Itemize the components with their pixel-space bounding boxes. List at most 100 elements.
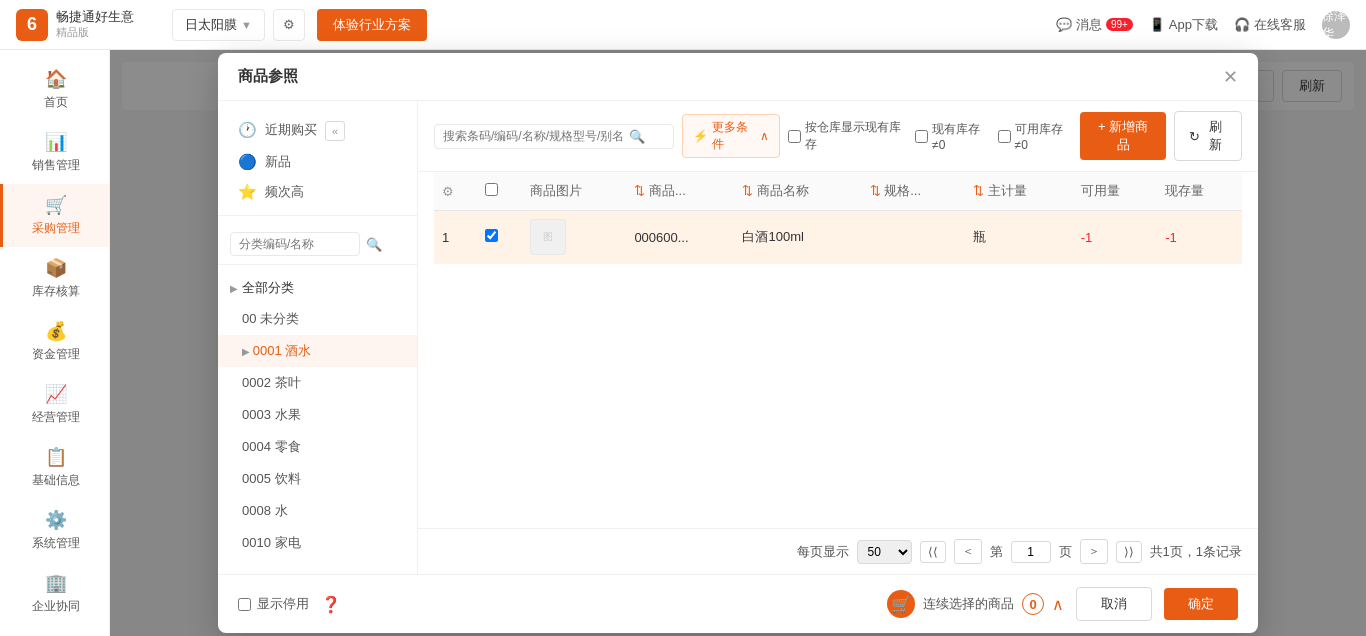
next-page-button[interactable]: ＞ [1080, 539, 1108, 564]
td-unit: 瓶 [965, 211, 1072, 264]
checkbox-available-nonzero[interactable]: 可用库存≠0 [998, 121, 1072, 152]
headset-icon: 🎧 [1234, 17, 1250, 32]
quick-item-recent[interactable]: 🕐 近期购买 « [230, 113, 405, 147]
basic-icon: 📋 [45, 446, 67, 468]
prev-page-button[interactable]: ＜ [954, 539, 982, 564]
category-search-input[interactable] [230, 232, 360, 256]
modal-body: 🕐 近期购买 « 🔵 新品 ⭐ 频次高 [218, 101, 1258, 574]
page-size-select[interactable]: 50 100 200 [857, 540, 912, 564]
modal-close-button[interactable]: ✕ [1223, 68, 1238, 86]
th-code[interactable]: ⇅ 商品... [626, 172, 734, 211]
row-checkbox[interactable] [485, 229, 498, 242]
modal-left-panel: 🕐 近期购买 « 🔵 新品 ⭐ 频次高 [218, 101, 418, 574]
toolbar-right: + 新增商品 ↻ 刷新 [1080, 111, 1242, 161]
checkbox-stock-nonzero[interactable]: 现有库存≠0 [915, 121, 989, 152]
all-categories-item[interactable]: ▶ 全部分类 [218, 273, 417, 303]
cancel-button[interactable]: 取消 [1076, 587, 1152, 621]
sidebar-item-purchase[interactable]: 🛒 采购管理 [0, 184, 109, 247]
sidebar-item-sales[interactable]: 📊 销售管理 [0, 121, 109, 184]
checkbox-warehouse[interactable]: 按仓库显示现有库存 [788, 119, 907, 153]
th-spec[interactable]: ⇅ 规格... [862, 172, 966, 211]
warehouse-checkbox[interactable] [788, 130, 801, 143]
sidebar-item-basic[interactable]: 📋 基础信息 [0, 436, 109, 499]
sidebar-item-enterprise[interactable]: 🏢 企业协同 [0, 562, 109, 625]
trial-button[interactable]: 体验行业方案 [317, 9, 427, 41]
th-stock: 现存量 [1157, 172, 1242, 211]
show-disabled-checkbox[interactable] [238, 598, 251, 611]
filter-icon: ⚡ [693, 129, 708, 143]
stock-nonzero-checkbox[interactable] [915, 130, 928, 143]
sidebar-item-inventory[interactable]: 📦 库存核算 [0, 247, 109, 310]
category-item-0008[interactable]: 0008 水 [218, 495, 417, 527]
sidebar-item-finance[interactable]: 💰 资金管理 [0, 310, 109, 373]
refresh-icon: ↻ [1189, 129, 1200, 144]
quick-item-frequent[interactable]: ⭐ 频次高 [230, 177, 405, 207]
td-stock: -1 [1157, 211, 1242, 264]
refresh-button[interactable]: ↻ 刷新 [1174, 111, 1242, 161]
sales-icon: 📊 [45, 131, 67, 153]
messages-button[interactable]: 💬 消息 99+ [1056, 16, 1133, 34]
quick-item-new[interactable]: 🔵 新品 [230, 147, 405, 177]
category-item-0005[interactable]: 0005 饮料 [218, 463, 417, 495]
category-item-0010[interactable]: 0010 家电 [218, 527, 417, 559]
logo-icon: 6 [16, 9, 48, 41]
expand-icon: ▶ [230, 283, 238, 294]
filter-button[interactable]: ⚡ 更多条件 ∧ [682, 114, 780, 158]
th-checkbox [477, 172, 522, 211]
category-item-0004[interactable]: 0004 零食 [218, 431, 417, 463]
td-available: -1 [1073, 211, 1158, 264]
sidebar-item-system[interactable]: ⚙️ 系统管理 [0, 499, 109, 562]
sidebar-item-operations[interactable]: 📈 经营管理 [0, 373, 109, 436]
modal-toolbar: 🔍 ⚡ 更多条件 ∧ 按仓库显示现有库存 [418, 101, 1258, 172]
show-disabled-label[interactable]: 显示停用 [238, 595, 309, 613]
collapse-button[interactable]: « [325, 121, 345, 141]
category-section: ▶ 全部分类 00 未分类 ▶ 0001 酒水 0002 [218, 265, 417, 567]
th-unit[interactable]: ⇅ 主计量 [965, 172, 1072, 211]
search-icon[interactable]: 🔍 [629, 129, 645, 144]
category-item-0002[interactable]: 0002 茶叶 [218, 367, 417, 399]
sidebar-item-guide[interactable]: 🎯 新手引导 [0, 625, 109, 636]
first-page-button[interactable]: ⟨⟨ [920, 541, 946, 563]
nav-selector[interactable]: 日太阳膜 ▼ [172, 9, 265, 41]
sort-icon: ⇅ [634, 183, 645, 198]
main-layout: 🏠 首页 📊 销售管理 🛒 采购管理 📦 库存核算 💰 资金管理 📈 经营管理 … [0, 50, 1366, 636]
gear-icon[interactable]: ⚙ [273, 9, 305, 41]
logo-text: 畅捷通好生意 [56, 9, 134, 26]
user-menu[interactable]: 徐泽华 [1322, 11, 1350, 39]
table-body: 1 图 000 [434, 211, 1242, 264]
modal-right-panel: 🔍 ⚡ 更多条件 ∧ 按仓库显示现有库存 [418, 101, 1258, 574]
app-download-button[interactable]: 📱 App下载 [1149, 16, 1218, 34]
select-all-checkbox[interactable] [485, 183, 498, 196]
recent-icon: 🕐 [238, 121, 257, 139]
collapse-cart-icon[interactable]: ∧ [1052, 595, 1064, 614]
search-icon[interactable]: 🔍 [366, 237, 382, 252]
page-number-input[interactable] [1011, 541, 1051, 563]
category-item-00[interactable]: 00 未分类 [218, 303, 417, 335]
chevron-up-icon: ∧ [760, 129, 769, 143]
td-image: 图 [522, 211, 627, 264]
total-info: 共1页，1条记录 [1150, 543, 1242, 561]
category-search-wrap: 🔍 [218, 224, 417, 265]
finance-icon: 💰 [45, 320, 67, 342]
available-nonzero-checkbox[interactable] [998, 130, 1011, 143]
cart-icon: 🛒 [887, 590, 915, 618]
th-name[interactable]: ⇅ 商品名称 [734, 172, 861, 211]
category-item-0001[interactable]: ▶ 0001 酒水 [218, 335, 417, 367]
product-search-input[interactable] [443, 129, 623, 143]
modal-title: 商品参照 [238, 67, 298, 86]
sidebar-item-home[interactable]: 🏠 首页 [0, 58, 109, 121]
modal-header: 商品参照 ✕ [218, 53, 1258, 101]
system-icon: ⚙️ [45, 509, 67, 531]
page-label: 第 [990, 543, 1003, 561]
confirm-button[interactable]: 确定 [1164, 588, 1238, 620]
operations-icon: 📈 [45, 383, 67, 405]
th-image: 商品图片 [522, 172, 627, 211]
last-page-button[interactable]: ⟩⟩ [1116, 541, 1142, 563]
modal-overlay: 商品参照 ✕ 🕐 近期购买 « � [110, 50, 1366, 636]
category-item-0003[interactable]: 0003 水果 [218, 399, 417, 431]
online-service-button[interactable]: 🎧 在线客服 [1234, 16, 1306, 34]
page-size-label: 每页显示 [797, 543, 849, 561]
help-icon[interactable]: ❓ [321, 595, 341, 614]
add-product-button[interactable]: + 新增商品 [1080, 112, 1166, 160]
table-row[interactable]: 1 图 000 [434, 211, 1242, 264]
